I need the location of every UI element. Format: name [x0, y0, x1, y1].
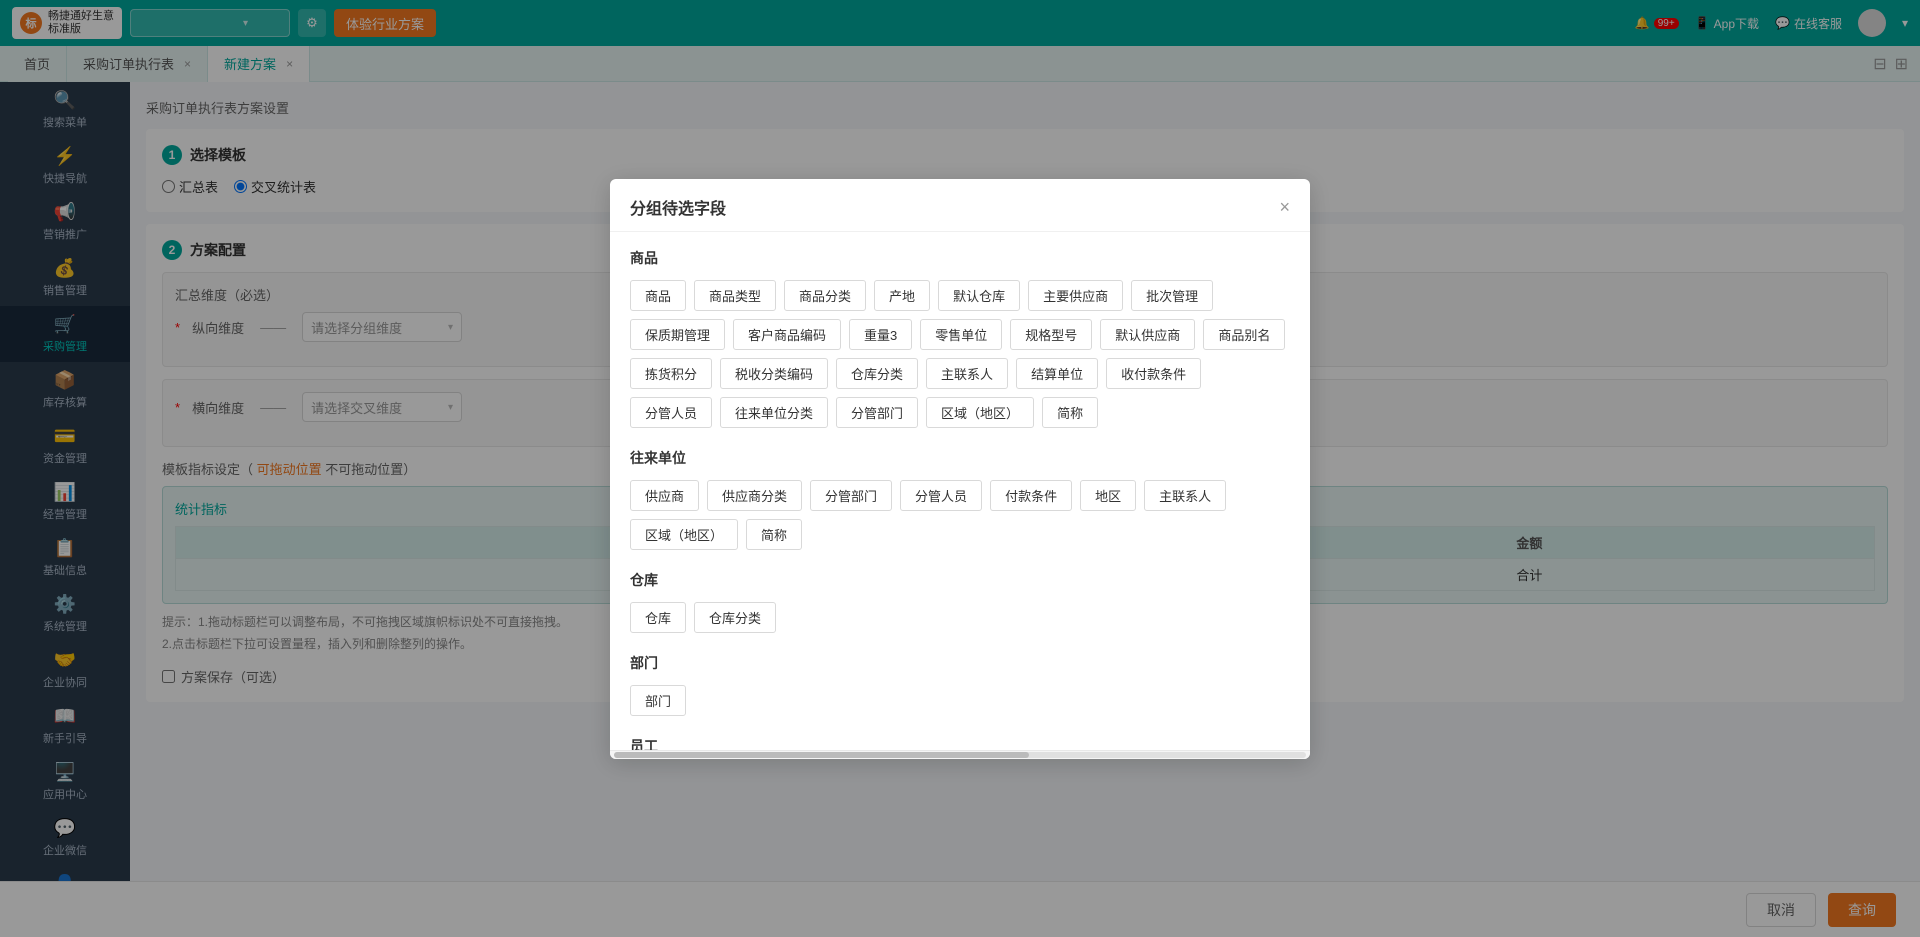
field-main-contact[interactable]: 主联系人 — [926, 358, 1008, 389]
modal-close-button[interactable]: × — [1279, 198, 1290, 216]
section-partner-fields: 供应商 供应商分类 分管部门 分管人员 付款条件 地区 主联系人 区域（地区） … — [630, 480, 1290, 550]
field-product-alias[interactable]: 商品别名 — [1203, 319, 1285, 350]
field-warehouse-category[interactable]: 仓库分类 — [836, 358, 918, 389]
field-product[interactable]: 商品 — [630, 280, 686, 311]
field-partner-payment[interactable]: 付款条件 — [990, 480, 1072, 511]
section-dept-fields: 部门 — [630, 685, 1290, 716]
field-region[interactable]: 区域（地区） — [926, 397, 1034, 428]
field-partner-region[interactable]: 区域（地区） — [630, 519, 738, 550]
field-manager[interactable]: 分管人员 — [630, 397, 712, 428]
field-product-category[interactable]: 商品分类 — [784, 280, 866, 311]
section-partner: 往来单位 供应商 供应商分类 分管部门 分管人员 付款条件 地区 主联系人 区域… — [630, 448, 1290, 550]
section-dept: 部门 部门 — [630, 653, 1290, 716]
section-product-fields: 商品 商品类型 商品分类 产地 默认仓库 主要供应商 批次管理 保质期管理 客户… — [630, 280, 1290, 428]
modal-overlay: 分组待选字段 × 商品 商品 商品类型 商品分类 产地 默认仓库 主要供应商 批… — [0, 0, 1920, 937]
field-partner-manager[interactable]: 分管人员 — [900, 480, 982, 511]
field-payment-terms[interactable]: 收付款条件 — [1106, 358, 1201, 389]
field-product-type[interactable]: 商品类型 — [694, 280, 776, 311]
field-supplier-category[interactable]: 供应商分类 — [707, 480, 802, 511]
section-employee: 员工 业务员 — [630, 736, 1290, 750]
section-product-title: 商品 — [630, 248, 1290, 268]
field-settlement-unit[interactable]: 结算单位 — [1016, 358, 1098, 389]
modal-header: 分组待选字段 × — [610, 179, 1310, 232]
field-weight3[interactable]: 重量3 — [849, 319, 912, 350]
field-partner-short[interactable]: 简称 — [746, 519, 802, 550]
field-main-supplier[interactable]: 主要供应商 — [1028, 280, 1123, 311]
field-tax-code[interactable]: 税收分类编码 — [720, 358, 828, 389]
field-partner-category[interactable]: 往来单位分类 — [720, 397, 828, 428]
field-expiry-mgmt[interactable]: 保质期管理 — [630, 319, 725, 350]
field-batch-mgmt[interactable]: 批次管理 — [1131, 280, 1213, 311]
field-partner-area[interactable]: 地区 — [1080, 480, 1136, 511]
section-warehouse-title: 仓库 — [630, 570, 1290, 590]
field-partner-contact[interactable]: 主联系人 — [1144, 480, 1226, 511]
section-product: 商品 商品 商品类型 商品分类 产地 默认仓库 主要供应商 批次管理 保质期管理… — [630, 248, 1290, 428]
field-dept-in-charge[interactable]: 分管部门 — [836, 397, 918, 428]
field-retail-unit[interactable]: 零售单位 — [920, 319, 1002, 350]
field-pick-points[interactable]: 拣货积分 — [630, 358, 712, 389]
section-warehouse: 仓库 仓库 仓库分类 — [630, 570, 1290, 633]
field-default-supplier[interactable]: 默认供应商 — [1100, 319, 1195, 350]
field-partner-dept[interactable]: 分管部门 — [810, 480, 892, 511]
scroll-thumb — [614, 752, 1029, 758]
field-short-name[interactable]: 简称 — [1042, 397, 1098, 428]
section-warehouse-fields: 仓库 仓库分类 — [630, 602, 1290, 633]
section-dept-title: 部门 — [630, 653, 1290, 673]
field-supplier[interactable]: 供应商 — [630, 480, 699, 511]
scroll-track — [614, 752, 1306, 758]
section-partner-title: 往来单位 — [630, 448, 1290, 468]
field-dept[interactable]: 部门 — [630, 685, 686, 716]
modal-title: 分组待选字段 — [630, 195, 726, 219]
modal-dialog: 分组待选字段 × 商品 商品 商品类型 商品分类 产地 默认仓库 主要供应商 批… — [610, 179, 1310, 759]
field-warehouse[interactable]: 仓库 — [630, 602, 686, 633]
field-warehouse-cat[interactable]: 仓库分类 — [694, 602, 776, 633]
field-default-warehouse[interactable]: 默认仓库 — [938, 280, 1020, 311]
field-origin[interactable]: 产地 — [874, 280, 930, 311]
field-spec-model[interactable]: 规格型号 — [1010, 319, 1092, 350]
section-employee-title: 员工 — [630, 736, 1290, 750]
modal-body: 商品 商品 商品类型 商品分类 产地 默认仓库 主要供应商 批次管理 保质期管理… — [610, 232, 1310, 750]
modal-horizontal-scrollbar[interactable] — [610, 750, 1310, 759]
field-customer-product-code[interactable]: 客户商品编码 — [733, 319, 841, 350]
